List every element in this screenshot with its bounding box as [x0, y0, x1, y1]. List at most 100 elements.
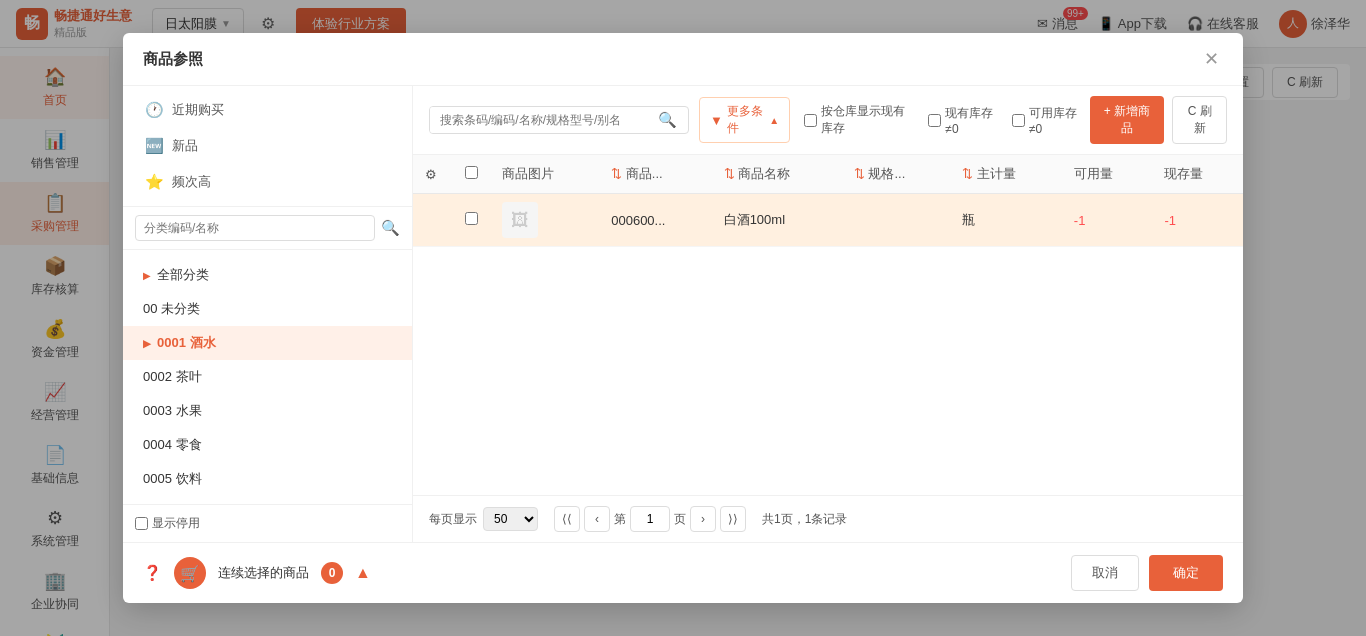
modal-header: 商品参照 ✕: [123, 33, 1243, 86]
table-row[interactable]: 🖼 000600... 白酒100ml 瓶 -1 -1: [413, 194, 1243, 247]
sort-icon-unit: ⇅: [962, 166, 973, 181]
product-search-input[interactable]: [430, 107, 650, 133]
frequent-label: 频次高: [172, 173, 211, 191]
first-page-button[interactable]: ⟨⟨: [554, 506, 580, 532]
cb-stock-nonzero[interactable]: 现有库存≠0: [928, 105, 996, 136]
col-name[interactable]: ⇅ 商品名称: [712, 155, 842, 194]
cell-checkbox[interactable]: [453, 194, 490, 247]
tab-new-products[interactable]: 🆕 新品: [135, 130, 400, 162]
cell-code: 000600...: [599, 194, 711, 247]
row-checkbox[interactable]: [465, 212, 478, 225]
product-reference-modal: 商品参照 ✕ 🕐 近期购买 🆕 新品 ⭐ 频次高: [123, 33, 1243, 603]
modal-footer: ❓ 🛒 连续选择的商品 0 ▲ 取消 确定: [123, 542, 1243, 603]
product-table: ⚙ 商品图片 ⇅ 商品...: [413, 155, 1243, 247]
tab-frequent[interactable]: ⭐ 频次高: [135, 166, 400, 198]
footer-action-buttons: 取消 确定: [1071, 555, 1223, 591]
cell-name: 白酒100ml: [712, 194, 842, 247]
per-page-select[interactable]: 10 20 50 100: [483, 507, 538, 531]
col-spec[interactable]: ⇅ 规格...: [842, 155, 950, 194]
modal-close-button[interactable]: ✕: [1199, 47, 1223, 71]
modal-overlay: 商品参照 ✕ 🕐 近期购买 🆕 新品 ⭐ 频次高: [0, 0, 1366, 636]
select-all-checkbox[interactable]: [465, 166, 478, 179]
filter-label: 更多条件: [727, 103, 765, 137]
product-thumbnail: 🖼: [502, 202, 538, 238]
show-disabled-label: 显示停用: [152, 515, 200, 532]
cell-image: 🖼: [490, 194, 599, 247]
right-panel: 🔍 ▼ 更多条件 ▲ 按仓库显示现有库存 现: [413, 86, 1243, 542]
image-placeholder-icon: 🖼: [511, 210, 529, 231]
recent-icon: 🕐: [145, 101, 164, 119]
chevron-up-icon: ▲: [769, 115, 779, 126]
page-number-input[interactable]: [630, 506, 670, 532]
sort-icon: ⇅: [611, 166, 622, 181]
cat-item-00[interactable]: 00 未分类: [123, 292, 412, 326]
category-search-row: 🔍: [123, 207, 412, 250]
page-size-wrap: 每页显示 10 20 50 100: [429, 507, 538, 531]
collapse-footer-icon[interactable]: ▲: [355, 564, 371, 582]
pagination: 每页显示 10 20 50 100 ⟨⟨ ‹ 第 页: [413, 495, 1243, 542]
cb-warehouse-input[interactable]: [804, 114, 817, 127]
cat-item-0003[interactable]: 0003 水果: [123, 394, 412, 428]
tab-recent-purchase[interactable]: 🕐 近期购买: [135, 94, 400, 126]
col-settings[interactable]: ⚙: [413, 155, 453, 194]
modal-title: 商品参照: [143, 50, 203, 69]
last-page-button[interactable]: ⟩⟩: [720, 506, 746, 532]
total-info: 共1页，1条记录: [762, 511, 847, 528]
help-icon[interactable]: ❓: [143, 564, 162, 582]
sort-icon-name: ⇅: [724, 166, 735, 181]
new-icon: 🆕: [145, 137, 164, 155]
new-label: 新品: [172, 137, 198, 155]
col-unit[interactable]: ⇅ 主计量: [950, 155, 1062, 194]
cat-item-0002[interactable]: 0002 茶叶: [123, 360, 412, 394]
cb-warehouse[interactable]: 按仓库显示现有库存: [804, 103, 912, 137]
cb-stock-nonzero-input[interactable]: [928, 114, 941, 127]
cell-spec: [842, 194, 950, 247]
cat-item-all[interactable]: ▶ 全部分类: [123, 258, 412, 292]
more-filter-button[interactable]: ▼ 更多条件 ▲: [699, 97, 790, 143]
product-search-icon[interactable]: 🔍: [650, 111, 685, 129]
col-code[interactable]: ⇅ 商品...: [599, 155, 711, 194]
cart-count-badge: 0: [321, 562, 343, 584]
add-product-button[interactable]: + 新增商品: [1090, 96, 1165, 144]
sort-icon-spec: ⇅: [854, 166, 865, 181]
cb-available-nonzero[interactable]: 可用库存≠0: [1012, 105, 1080, 136]
page-suffix: 页: [674, 511, 686, 528]
col-checkbox[interactable]: [453, 155, 490, 194]
page-buttons: ⟨⟨ ‹ 第 页 › ⟩⟩: [554, 506, 746, 532]
cell-unit: 瓶: [950, 194, 1062, 247]
cart-text: 连续选择的商品: [218, 564, 309, 582]
confirm-button[interactable]: 确定: [1149, 555, 1223, 591]
recent-label: 近期购买: [172, 101, 224, 119]
show-disabled-input[interactable]: [135, 517, 148, 530]
show-disabled-checkbox[interactable]: 显示停用: [135, 515, 200, 532]
modal-body: 🕐 近期购买 🆕 新品 ⭐ 频次高 « 🔍: [123, 86, 1243, 542]
page-label: 第: [614, 511, 626, 528]
col-settings-icon: ⚙: [425, 167, 437, 182]
category-search-input[interactable]: [135, 215, 375, 241]
category-search-icon[interactable]: 🔍: [381, 219, 400, 237]
cart-icon-button[interactable]: 🛒: [174, 557, 206, 589]
cell-stock: -1: [1152, 194, 1243, 247]
cat-item-0004[interactable]: 0004 零食: [123, 428, 412, 462]
col-image[interactable]: 商品图片: [490, 155, 599, 194]
cancel-button[interactable]: 取消: [1071, 555, 1139, 591]
per-page-label: 每页显示: [429, 511, 477, 528]
table-header-row: ⚙ 商品图片 ⇅ 商品...: [413, 155, 1243, 194]
col-available[interactable]: 可用量: [1062, 155, 1153, 194]
left-footer: 显示停用: [123, 504, 412, 542]
cat-item-0008[interactable]: 0008 水: [123, 496, 412, 504]
col-stock[interactable]: 现存量: [1152, 155, 1243, 194]
cat-arrow-0001: ▶: [143, 338, 151, 349]
next-page-button[interactable]: ›: [690, 506, 716, 532]
star-icon: ⭐: [145, 173, 164, 191]
cb-available-nonzero-input[interactable]: [1012, 114, 1025, 127]
left-panel: 🕐 近期购买 🆕 新品 ⭐ 频次高 « 🔍: [123, 86, 413, 542]
prev-page-button[interactable]: ‹: [584, 506, 610, 532]
cat-item-0005[interactable]: 0005 饮料: [123, 462, 412, 496]
cat-arrow-all: ▶: [143, 270, 151, 281]
filter-icon: ▼: [710, 113, 723, 128]
refresh-button[interactable]: C 刷新: [1172, 96, 1227, 144]
cell-settings: [413, 194, 453, 247]
toolbar-right: + 新增商品 C 刷新: [1090, 96, 1227, 144]
cat-item-0001[interactable]: ▶ 0001 酒水: [123, 326, 412, 360]
